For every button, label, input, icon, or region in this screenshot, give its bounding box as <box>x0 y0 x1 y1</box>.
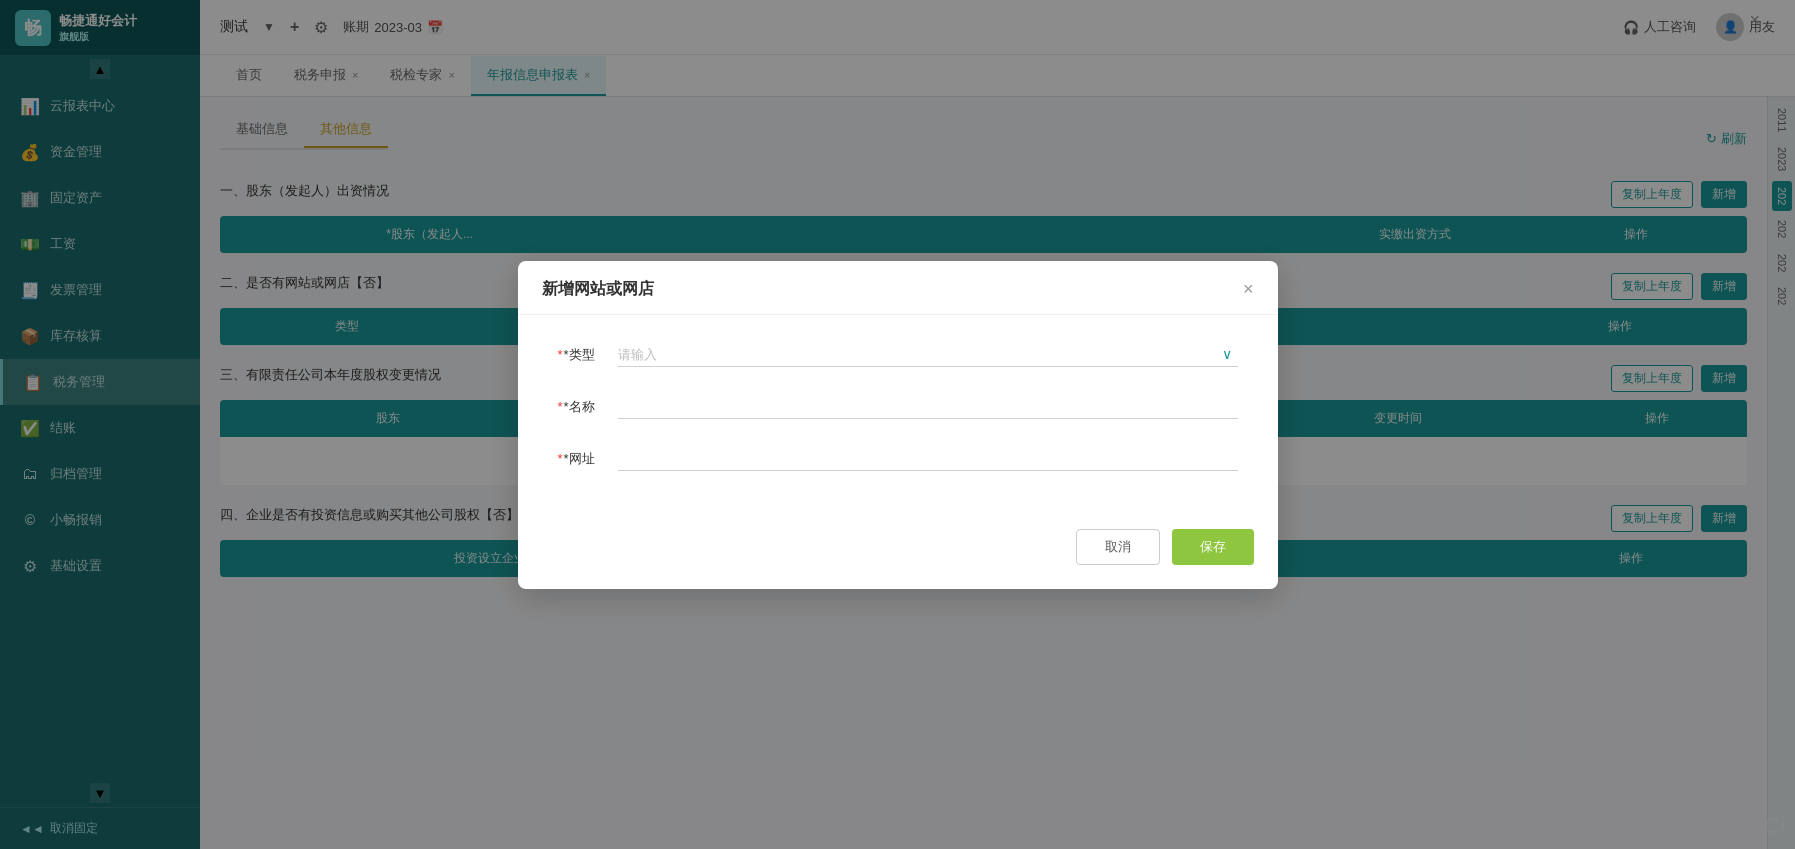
dialog-body: **类型 ∨ **名称 **网址 <box>518 315 1278 519</box>
dialog-add-website: 新增网站或网店 × **类型 ∨ **名称 <box>518 261 1278 589</box>
save-button[interactable]: 保存 <box>1172 529 1254 565</box>
type-input[interactable] <box>618 343 1238 366</box>
url-input[interactable] <box>618 447 1238 470</box>
cancel-button[interactable]: 取消 <box>1076 529 1160 565</box>
name-input[interactable] <box>618 395 1238 418</box>
form-row-url: **网址 <box>558 447 1238 471</box>
form-row-name: **名称 <box>558 395 1238 419</box>
dialog-close-button[interactable]: × <box>1243 279 1254 300</box>
dialog-title: 新增网站或网店 <box>542 279 654 300</box>
url-input-wrap <box>618 447 1238 471</box>
form-row-type: **类型 ∨ <box>558 343 1238 367</box>
url-label: **网址 <box>558 450 618 468</box>
dialog-header: 新增网站或网店 × <box>518 261 1278 315</box>
dialog-footer: 取消 保存 <box>518 519 1278 589</box>
modal-overlay[interactable]: 新增网站或网店 × **类型 ∨ **名称 <box>0 0 1795 849</box>
name-input-wrap <box>618 395 1238 419</box>
name-label: **名称 <box>558 398 618 416</box>
type-input-wrap: ∨ <box>618 343 1238 367</box>
type-label: **类型 <box>558 346 618 364</box>
